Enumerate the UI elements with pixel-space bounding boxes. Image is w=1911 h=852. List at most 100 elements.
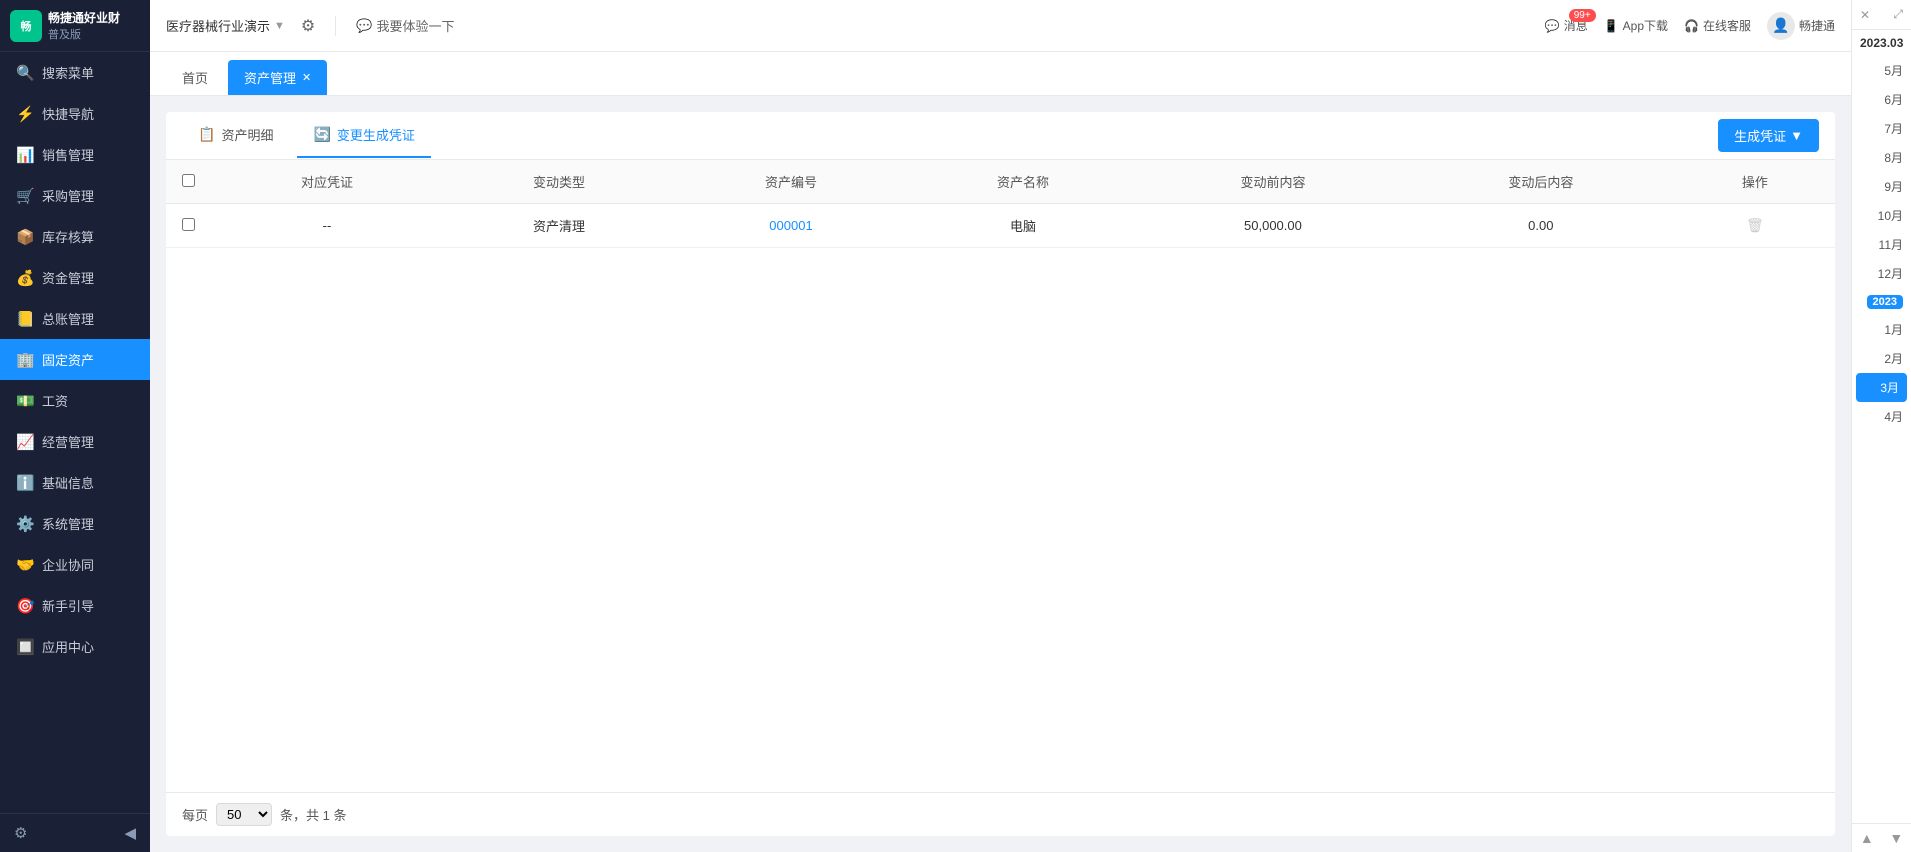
sidebar-item-purchase[interactable]: 🛒 采购管理 xyxy=(0,175,150,216)
sidebar-item-operations[interactable]: 📈 经营管理 xyxy=(0,421,150,462)
sub-tab-asset-detail[interactable]: 📋 资产明细 xyxy=(182,113,289,158)
company-name: 医疗器械行业演示 xyxy=(166,16,270,35)
app-icon: 🔲 xyxy=(16,638,34,656)
sidebar-item-funds[interactable]: 💰 资金管理 xyxy=(0,257,150,298)
col-header-checkbox xyxy=(166,160,211,204)
table-header-row: 对应凭证 变动类型 资产编号 资产名称 xyxy=(166,160,1835,204)
month-item-3-active[interactable]: 3月 xyxy=(1856,373,1907,402)
sub-tab-asset-detail-label: 资产明细 xyxy=(221,125,273,144)
col-header-asset-code: 资产编号 xyxy=(675,160,907,204)
cart-icon: 🛒 xyxy=(16,187,34,205)
box-icon: 📦 xyxy=(16,228,34,246)
sidebar-item-sales[interactable]: 📊 销售管理 xyxy=(0,134,150,175)
handshake-icon: 🤝 xyxy=(16,556,34,574)
gear-icon: ⚙️ xyxy=(16,515,34,533)
dropdown-arrow-icon: ▼ xyxy=(1790,128,1803,143)
month-item-1[interactable]: 1月 xyxy=(1852,315,1911,344)
topbar-divider xyxy=(335,16,336,36)
sidebar-item-fixed-assets[interactable]: 🏢 固定资产 xyxy=(0,339,150,380)
month-item-7[interactable]: 7月 xyxy=(1852,114,1911,143)
experience-icon: 💬 xyxy=(356,18,372,34)
right-panel-header: ✕ ⤢ xyxy=(1852,0,1911,30)
logo-text: 畅捷通好业财 普及版 xyxy=(48,9,120,42)
sidebar-item-ledger[interactable]: 📒 总账管理 xyxy=(0,298,150,339)
month-item-8[interactable]: 8月 xyxy=(1852,143,1911,172)
sidebar-item-search[interactable]: 🔍 搜索菜单 xyxy=(0,52,150,93)
company-selector[interactable]: 医疗器械行业演示 ▼ xyxy=(166,16,285,35)
download-icon: 📱 xyxy=(1604,19,1619,33)
per-page-label: 每页 xyxy=(182,805,208,824)
building-icon: 🏢 xyxy=(16,351,34,369)
sidebar-item-inventory[interactable]: 📦 库存核算 xyxy=(0,216,150,257)
month-item-5[interactable]: 5月 xyxy=(1852,56,1911,85)
sidebar-item-system[interactable]: ⚙️ 系统管理 xyxy=(0,503,150,544)
topbar-settings-icon[interactable]: ⚙ xyxy=(301,16,315,36)
search-icon: 🔍 xyxy=(16,64,34,82)
sidebar-item-app-center[interactable]: 🔲 应用中心 xyxy=(0,626,150,667)
right-panel-close-icon[interactable]: ✕ xyxy=(1860,8,1870,22)
nav-up-icon[interactable]: ▲ xyxy=(1860,830,1874,846)
topbar: 医疗器械行业演示 ▼ ⚙ 💬 我要体验一下 💬 消息 99+ 📱 App下载 🎧… xyxy=(150,0,1851,52)
tabbar: 首页 资产管理 ✕ xyxy=(150,52,1851,96)
right-panel-expand-icon[interactable]: ⤢ xyxy=(1893,7,1903,22)
tab-close-icon[interactable]: ✕ xyxy=(302,71,311,84)
sidebar-item-label: 系统管理 xyxy=(42,514,94,533)
sidebar-item-label: 采购管理 xyxy=(42,186,94,205)
nav-down-icon[interactable]: ▼ xyxy=(1889,830,1903,846)
chart-icon: 📊 xyxy=(16,146,34,164)
sub-tab-change-voucher-label: 变更生成凭证 xyxy=(337,125,415,144)
data-table: 对应凭证 变动类型 资产编号 资产名称 xyxy=(166,160,1835,248)
row-change-type: 资产清理 xyxy=(443,204,675,248)
sidebar-item-label: 新手引导 xyxy=(42,596,94,615)
month-item-4[interactable]: 4月 xyxy=(1852,402,1911,431)
customer-service-label: 在线客服 xyxy=(1703,17,1751,34)
generate-voucher-label: 生成凭证 xyxy=(1734,126,1786,145)
settings-footer-icon[interactable]: ⚙ xyxy=(14,824,27,842)
row-checkbox-cell xyxy=(166,204,211,248)
sidebar-item-payroll[interactable]: 💵 工资 xyxy=(0,380,150,421)
delete-icon[interactable]: 🗑 xyxy=(1746,217,1764,233)
main-area: 医疗器械行业演示 ▼ ⚙ 💬 我要体验一下 💬 消息 99+ 📱 App下载 🎧… xyxy=(150,0,1851,852)
year-badge: 2023 xyxy=(1867,295,1903,309)
tab-home[interactable]: 首页 xyxy=(166,60,224,95)
topbar-right: 💬 消息 99+ 📱 App下载 🎧 在线客服 👤 畅捷通 xyxy=(1545,12,1835,40)
month-item-12[interactable]: 12月 xyxy=(1852,259,1911,288)
sidebar-item-quick-nav[interactable]: ⚡ 快捷导航 xyxy=(0,93,150,134)
sidebar-item-enterprise[interactable]: 🤝 企业协同 xyxy=(0,544,150,585)
sidebar-item-label: 基础信息 xyxy=(42,473,94,492)
month-item-6[interactable]: 6月 xyxy=(1852,85,1911,114)
tab-asset-mgmt-label: 资产管理 xyxy=(244,68,296,87)
sidebar-item-basic-info[interactable]: ℹ️ 基础信息 xyxy=(0,462,150,503)
app-download-label: App下载 xyxy=(1623,17,1668,34)
month-item-11[interactable]: 11月 xyxy=(1852,230,1911,259)
sub-tab-change-voucher[interactable]: 🔄 变更生成凭证 xyxy=(297,113,430,158)
month-item-9[interactable]: 9月 xyxy=(1852,172,1911,201)
sidebar-nav: 🔍 搜索菜单 ⚡ 快捷导航 📊 销售管理 🛒 采购管理 📦 库存核算 💰 资金管… xyxy=(0,52,150,813)
per-page-select[interactable]: 10 20 50 100 xyxy=(216,803,272,826)
month-item-2[interactable]: 2月 xyxy=(1852,344,1911,373)
customer-service-button[interactable]: 🎧 在线客服 xyxy=(1684,17,1751,34)
sidebar-item-guide[interactable]: 🎯 新手引导 xyxy=(0,585,150,626)
table-row: -- 资产清理 000001 电脑 50,000.00 0.00 🗑 xyxy=(166,204,1835,248)
app-download-button[interactable]: 📱 App下载 xyxy=(1604,17,1668,34)
message-badge: 99+ xyxy=(1569,9,1596,22)
year-label: 2023.03 xyxy=(1852,30,1911,56)
col-header-action: 操作 xyxy=(1675,160,1835,204)
row-checkbox[interactable] xyxy=(182,218,195,231)
experience-text: 我要体验一下 xyxy=(376,16,454,35)
collapse-icon[interactable]: ◀ xyxy=(124,824,136,842)
experience-button[interactable]: 💬 我要体验一下 xyxy=(356,16,454,35)
user-menu[interactable]: 👤 畅捷通 xyxy=(1767,12,1835,40)
generate-voucher-button[interactable]: 生成凭证 ▼ xyxy=(1718,119,1819,152)
sidebar-item-label: 企业协同 xyxy=(42,555,94,574)
col-header-asset-name: 资产名称 xyxy=(907,160,1139,204)
message-button[interactable]: 💬 消息 99+ xyxy=(1545,17,1588,34)
sidebar-item-label: 搜索菜单 xyxy=(42,63,94,82)
month-item-10[interactable]: 10月 xyxy=(1852,201,1911,230)
avatar-icon: 👤 xyxy=(1772,17,1789,34)
select-all-checkbox[interactable] xyxy=(182,174,195,187)
tab-home-label: 首页 xyxy=(182,68,208,87)
change-voucher-icon: 🔄 xyxy=(313,126,330,143)
tab-asset-mgmt[interactable]: 资产管理 ✕ xyxy=(228,60,327,95)
year-2023-header: 2023 xyxy=(1852,288,1911,315)
